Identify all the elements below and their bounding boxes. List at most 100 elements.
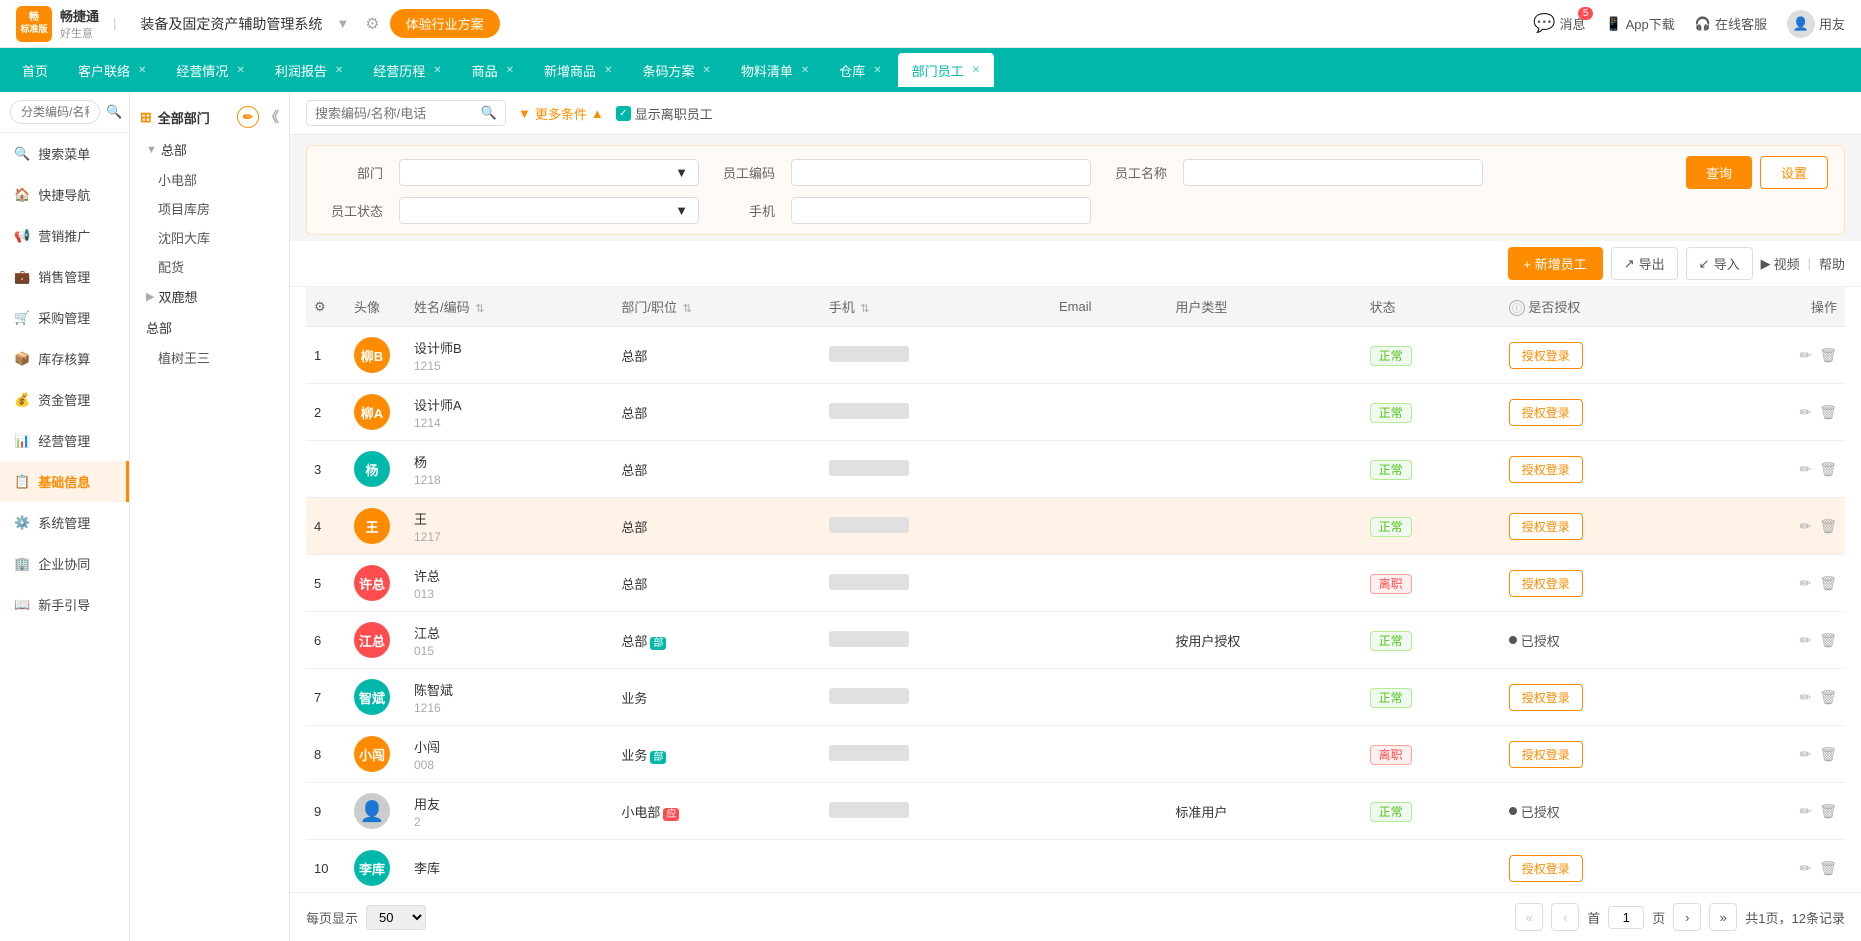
sidebar-item-search[interactable]: 🔍 搜索菜单 bbox=[0, 133, 129, 174]
sidebar-item-sales[interactable]: 💼 销售管理 bbox=[0, 256, 129, 297]
edit-icon[interactable]: ✏ bbox=[1799, 632, 1811, 649]
tab-close-bom[interactable]: ✕ bbox=[801, 65, 809, 76]
search-input[interactable] bbox=[315, 106, 475, 121]
first-page-btn[interactable]: « bbox=[1515, 903, 1543, 931]
dept-item-zhishuwangsan[interactable]: 植树王三 bbox=[130, 343, 289, 372]
sidebar-item-operation[interactable]: 📊 经营管理 bbox=[0, 420, 129, 461]
prev-page-btn[interactable]: ‹ bbox=[1551, 903, 1579, 931]
delete-icon[interactable]: 🗑 bbox=[1819, 404, 1837, 421]
dept-item-peihuo[interactable]: 配货 bbox=[130, 252, 289, 281]
col-phone[interactable]: 手机 ⇅ bbox=[821, 287, 1051, 327]
tab-goods[interactable]: 商品 ✕ bbox=[458, 53, 528, 87]
trial-button[interactable]: 体验行业方案 bbox=[390, 9, 500, 38]
dept-item-shenyangdaku[interactable]: 沈阳大库 bbox=[130, 223, 289, 252]
tab-close-customer[interactable]: ✕ bbox=[138, 65, 146, 76]
export-button[interactable]: ↗ 导出 bbox=[1611, 247, 1678, 280]
authorize-btn[interactable]: 授权登录 bbox=[1509, 456, 1583, 483]
tab-close-barcode[interactable]: ✕ bbox=[702, 65, 710, 76]
last-page-btn[interactable]: » bbox=[1709, 903, 1737, 931]
delete-icon[interactable]: 🗑 bbox=[1819, 347, 1837, 364]
authorize-btn[interactable]: 授权登录 bbox=[1509, 399, 1583, 426]
authorize-btn[interactable]: 授权登录 bbox=[1509, 741, 1583, 768]
delete-icon[interactable]: 🗑 bbox=[1819, 689, 1837, 706]
sidebar-search-input[interactable] bbox=[10, 100, 100, 124]
dept-edit-icon[interactable]: ✏ bbox=[237, 106, 259, 128]
edit-icon[interactable]: ✏ bbox=[1799, 689, 1811, 706]
edit-icon[interactable]: ✏ bbox=[1799, 860, 1811, 877]
authorize-btn[interactable]: 授权登录 bbox=[1509, 855, 1583, 882]
sidebar-item-marketing[interactable]: 📢 营销推广 bbox=[0, 215, 129, 256]
help-button[interactable]: 帮助 bbox=[1819, 254, 1845, 273]
emp-code-input[interactable] bbox=[791, 159, 1091, 186]
tab-history[interactable]: 经营历程 ✕ bbox=[359, 53, 455, 87]
delete-icon[interactable]: 🗑 bbox=[1819, 575, 1837, 592]
tab-close-dept-employee[interactable]: ✕ bbox=[972, 65, 980, 76]
dept-item-shuanglu[interactable]: ▶ 双鹿想 bbox=[130, 281, 289, 312]
sidebar-item-basic[interactable]: 📋 基础信息 bbox=[0, 461, 129, 502]
sidebar-item-enterprise[interactable]: 🏢 企业协同 bbox=[0, 543, 129, 584]
more-filter-btn[interactable]: ▼ 更多条件 ▲ bbox=[518, 104, 604, 123]
delete-icon[interactable]: 🗑 bbox=[1819, 632, 1837, 649]
edit-icon[interactable]: ✏ bbox=[1799, 404, 1811, 421]
emp-name-input[interactable] bbox=[1183, 159, 1483, 186]
tab-close-operation[interactable]: ✕ bbox=[236, 65, 244, 76]
tab-profit[interactable]: 利润报告 ✕ bbox=[261, 53, 357, 87]
sidebar-item-quicknav[interactable]: 🏠 快捷导航 bbox=[0, 174, 129, 215]
edit-icon[interactable]: ✏ bbox=[1799, 746, 1811, 763]
tab-close-profit[interactable]: ✕ bbox=[335, 65, 343, 76]
tab-operation[interactable]: 经营情况 ✕ bbox=[162, 53, 258, 87]
dept-collapse-icon[interactable]: 《 bbox=[265, 107, 279, 127]
tab-close-new-goods[interactable]: ✕ bbox=[604, 65, 612, 76]
import-button[interactable]: ↙ 导入 bbox=[1686, 247, 1753, 280]
tab-close-goods[interactable]: ✕ bbox=[506, 65, 514, 76]
sidebar-item-system[interactable]: ⚙️ 系统管理 bbox=[0, 502, 129, 543]
add-employee-button[interactable]: + 新增员工 bbox=[1508, 247, 1603, 280]
sidebar-item-inventory[interactable]: 📦 库存核算 bbox=[0, 338, 129, 379]
dept-item-xiaodianbu[interactable]: 小电部 bbox=[130, 165, 289, 194]
message-icon[interactable]: 💬 5 消息 bbox=[1533, 13, 1585, 34]
sidebar-item-guide[interactable]: 📖 新手引导 bbox=[0, 584, 129, 625]
tab-dept-employee[interactable]: 部门员工 ✕ bbox=[898, 53, 994, 87]
sidebar-item-purchase[interactable]: 🛒 采购管理 bbox=[0, 297, 129, 338]
phone-input[interactable] bbox=[791, 197, 1091, 224]
dept-item-xiangmukufang[interactable]: 项目库房 bbox=[130, 194, 289, 223]
delete-icon[interactable]: 🗑 bbox=[1819, 461, 1837, 478]
settings-icon[interactable]: ⚙ bbox=[365, 14, 379, 34]
tab-customer[interactable]: 客户联络 ✕ bbox=[64, 53, 160, 87]
next-page-btn[interactable]: › bbox=[1673, 903, 1701, 931]
authorize-btn[interactable]: 授权登录 bbox=[1509, 342, 1583, 369]
tab-barcode[interactable]: 条码方案 ✕ bbox=[628, 53, 724, 87]
delete-icon[interactable]: 🗑 bbox=[1819, 746, 1837, 763]
app-download[interactable]: 📱 App下载 bbox=[1605, 14, 1674, 33]
online-service[interactable]: 🎧 在线客服 bbox=[1695, 14, 1767, 33]
edit-icon[interactable]: ✏ bbox=[1799, 803, 1811, 820]
edit-icon[interactable]: ✏ bbox=[1799, 518, 1811, 535]
col-settings[interactable]: ⚙ bbox=[306, 287, 346, 327]
page-input[interactable] bbox=[1608, 906, 1644, 929]
emp-status-select[interactable]: ▼ bbox=[399, 197, 699, 224]
edit-icon[interactable]: ✏ bbox=[1799, 347, 1811, 364]
set-button[interactable]: 设置 bbox=[1760, 156, 1828, 189]
search-icon[interactable]: 🔍 bbox=[481, 105, 497, 121]
tab-home[interactable]: 首页 bbox=[8, 53, 62, 87]
query-button[interactable]: 查询 bbox=[1686, 156, 1752, 189]
delete-icon[interactable]: 🗑 bbox=[1819, 803, 1837, 820]
tab-close-warehouse[interactable]: ✕ bbox=[873, 65, 881, 76]
tab-new-goods[interactable]: 新增商品 ✕ bbox=[530, 53, 626, 87]
sidebar-search-icon[interactable]: 🔍 bbox=[106, 104, 122, 120]
dept-item-zongbu[interactable]: 总部 bbox=[130, 312, 289, 343]
delete-icon[interactable]: 🗑 bbox=[1819, 518, 1837, 535]
user-menu[interactable]: 👤 用友 bbox=[1787, 10, 1845, 38]
sidebar-item-finance[interactable]: 💰 资金管理 bbox=[0, 379, 129, 420]
col-dept[interactable]: 部门/职位 ⇅ bbox=[613, 287, 820, 327]
authorize-btn[interactable]: 授权登录 bbox=[1509, 513, 1583, 540]
dropdown-icon[interactable]: ▼ bbox=[336, 16, 349, 31]
edit-icon[interactable]: ✏ bbox=[1799, 461, 1811, 478]
per-page-select[interactable]: 50 100 200 bbox=[366, 905, 426, 930]
dept-select[interactable]: ▼ bbox=[399, 159, 699, 186]
delete-icon[interactable]: 🗑 bbox=[1819, 860, 1837, 877]
view-button[interactable]: ▶ 视频 bbox=[1761, 254, 1800, 273]
show-dimission-checkbox[interactable]: ✓ 显示离职员工 bbox=[616, 104, 713, 123]
col-name[interactable]: 姓名/编码 ⇅ bbox=[406, 287, 613, 327]
authorize-btn[interactable]: 授权登录 bbox=[1509, 570, 1583, 597]
